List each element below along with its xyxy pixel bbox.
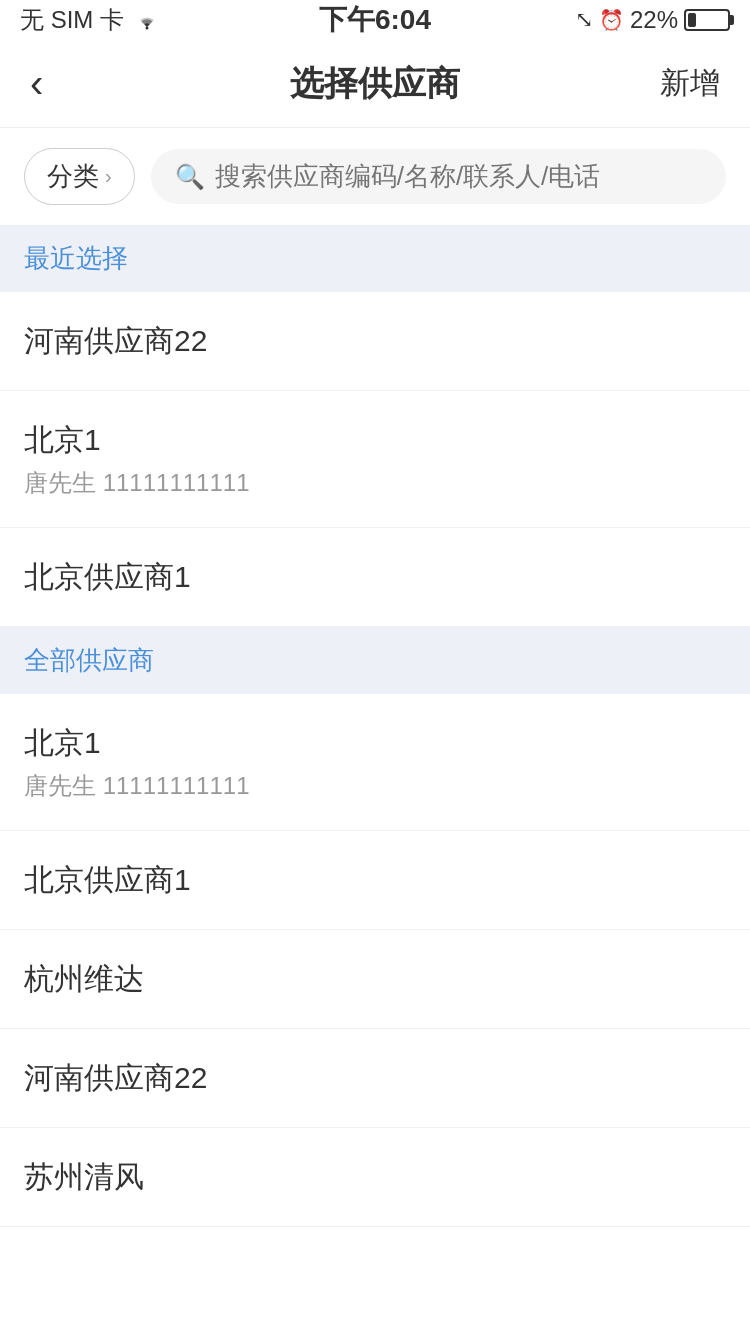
all-section-label: 全部供应商 bbox=[24, 645, 154, 675]
carrier-text: 无 SIM 卡 bbox=[20, 4, 124, 36]
recent-section-label: 最近选择 bbox=[24, 243, 128, 273]
item-name: 河南供应商22 bbox=[24, 320, 726, 362]
item-name: 北京1 bbox=[24, 419, 726, 461]
item-name: 北京供应商1 bbox=[24, 556, 726, 598]
all-section-header: 全部供应商 bbox=[0, 627, 750, 694]
location-icon: ⤡ bbox=[575, 7, 593, 33]
status-carrier: 无 SIM 卡 bbox=[20, 4, 162, 36]
list-item[interactable]: 北京供应商1 bbox=[0, 528, 750, 627]
chevron-right-icon: › bbox=[105, 165, 112, 188]
item-name: 北京1 bbox=[24, 722, 726, 764]
page-title: 选择供应商 bbox=[290, 61, 460, 107]
category-button[interactable]: 分类 › bbox=[24, 148, 135, 205]
svg-point-0 bbox=[146, 27, 149, 30]
recent-list: 河南供应商22 北京1 唐先生 11111111111 北京供应商1 bbox=[0, 292, 750, 627]
list-item[interactable]: 北京1 唐先生 11111111111 bbox=[0, 391, 750, 528]
recent-section-header: 最近选择 bbox=[0, 225, 750, 292]
add-button[interactable]: 新增 bbox=[660, 63, 720, 104]
all-list: 北京1 唐先生 11111111111 北京供应商1 杭州维达河南供应商22 苏州清风 bbox=[0, 694, 750, 1227]
category-label: 分类 bbox=[47, 159, 99, 194]
alarm-icon: ⏰ bbox=[599, 8, 624, 32]
search-wrapper[interactable]: 🔍 bbox=[151, 149, 726, 204]
item-name: 河南供应商22 bbox=[24, 1057, 726, 1099]
list-item[interactable]: 河南供应商22 bbox=[0, 1029, 750, 1128]
status-bar: 无 SIM 卡 下午6:04 ⤡ ⏰ 22% bbox=[0, 0, 750, 40]
back-button[interactable]: ‹ bbox=[30, 61, 90, 106]
item-name: 北京供应商1 bbox=[24, 859, 726, 901]
battery-icon bbox=[684, 9, 730, 31]
status-right: ⤡ ⏰ 22% bbox=[575, 6, 730, 34]
item-name: 杭州维达 bbox=[24, 958, 726, 1000]
list-item[interactable]: 北京供应商1 bbox=[0, 831, 750, 930]
battery-fill bbox=[688, 13, 696, 27]
wifi-icon bbox=[132, 9, 162, 31]
list-item[interactable]: 杭州维达 bbox=[0, 930, 750, 1029]
list-item[interactable]: 苏州清风 bbox=[0, 1128, 750, 1227]
item-sub: 唐先生 11111111111 bbox=[24, 770, 726, 802]
list-item[interactable]: 河南供应商22 bbox=[0, 292, 750, 391]
search-bar: 分类 › 🔍 bbox=[0, 128, 750, 225]
search-input[interactable] bbox=[215, 161, 702, 192]
nav-bar: ‹ 选择供应商 新增 bbox=[0, 40, 750, 128]
battery-text: 22% bbox=[630, 6, 678, 34]
item-sub: 唐先生 11111111111 bbox=[24, 467, 726, 499]
search-icon: 🔍 bbox=[175, 163, 205, 191]
item-name: 苏州清风 bbox=[24, 1156, 726, 1198]
list-item[interactable]: 北京1 唐先生 11111111111 bbox=[0, 694, 750, 831]
status-time: 下午6:04 bbox=[319, 1, 431, 39]
